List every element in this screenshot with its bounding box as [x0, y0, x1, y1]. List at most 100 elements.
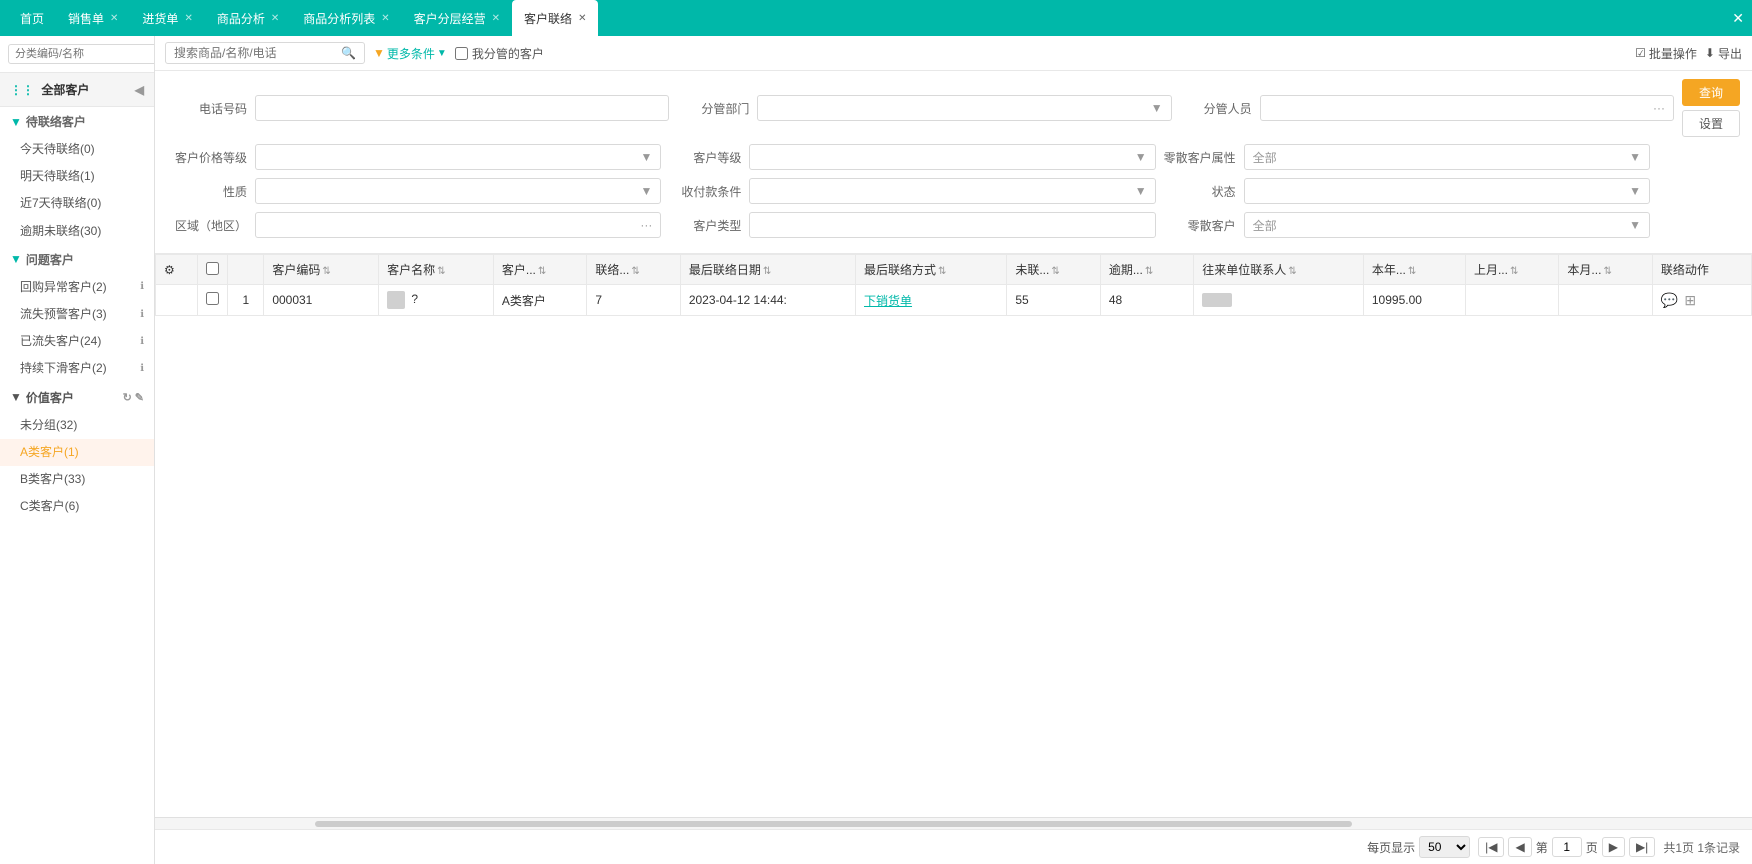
company-contact-placeholder [1202, 293, 1232, 307]
col-name[interactable]: 客户名称⇅ [379, 255, 494, 285]
close-tab-customer-contact[interactable]: ✕ [578, 13, 586, 24]
sidebar-search-input[interactable] [8, 44, 155, 64]
col-last-method[interactable]: 最后联络方式⇅ [856, 255, 1007, 285]
filter-retail-customer: 零散客户 全部 ▼ [1156, 211, 1650, 239]
check-icon: ☑ [1635, 46, 1646, 60]
row-checkbox[interactable] [206, 292, 219, 305]
col-num [228, 255, 264, 285]
col-no-contact[interactable]: 未联...⇅ [1007, 255, 1100, 285]
col-last-month[interactable]: 上月...⇅ [1465, 255, 1558, 285]
tab-purchase[interactable]: 进货单 ✕ [130, 0, 204, 36]
sidebar-item-today-pending[interactable]: 今天待联络(0) [0, 136, 154, 163]
sidebar-item-7days-pending[interactable]: 近7天待联络(0) [0, 190, 154, 217]
per-page-select[interactable]: 50 10 20 100 [1419, 836, 1470, 858]
filter-nature-select[interactable]: ▼ [255, 178, 661, 204]
col-contact[interactable]: 联络...⇅ [587, 255, 680, 285]
page-number-input[interactable] [1552, 837, 1582, 857]
settings-button[interactable]: 设置 [1682, 110, 1740, 137]
sidebar-item-tomorrow-pending[interactable]: 明天待联络(1) [0, 163, 154, 190]
bulk-action-btn[interactable]: ☑ 批量操作 [1635, 45, 1697, 62]
tab-product-analysis-list[interactable]: 商品分析列表 ✕ [291, 0, 401, 36]
info-icon-churned: ℹ [140, 334, 144, 350]
filter-status-select[interactable]: ▼ [1244, 178, 1650, 204]
filter-region-more[interactable]: ··· [640, 218, 652, 232]
filter-manager-more[interactable]: ··· [1653, 101, 1665, 115]
filter-dept-arrow: ▼ [1151, 101, 1163, 115]
sidebar-item-ungrouped[interactable]: 未分组(32) [0, 412, 154, 439]
sort-overdue-icon: ⇅ [1145, 266, 1153, 277]
close-tab-sales[interactable]: ✕ [110, 13, 118, 24]
sort-this-month-icon: ⇅ [1603, 266, 1611, 277]
refresh-icon[interactable]: ↻ [123, 391, 132, 404]
filter-row-3: 性质 ▼ 收付款条件 ▼ 状态 [167, 177, 1740, 205]
sidebar-item-churned[interactable]: 已流失客户(24) ℹ [0, 328, 154, 355]
grid-icon[interactable]: ⊞ [1684, 292, 1696, 309]
settings-icon[interactable]: ⚙ [164, 263, 175, 277]
sidebar-item-class-a[interactable]: A类客户(1) [0, 439, 154, 466]
query-button[interactable]: 查询 [1682, 79, 1740, 106]
row-num-cell: 1 [228, 285, 264, 316]
toolbar-search-input[interactable] [174, 46, 341, 60]
last-page-btn[interactable]: ▶| [1629, 837, 1655, 857]
tab-product-analysis[interactable]: 商品分析 ✕ [205, 0, 291, 36]
row-checkbox-cell[interactable] [198, 285, 228, 316]
col-this-year[interactable]: 本年...⇅ [1363, 255, 1465, 285]
close-tab-customer-layered[interactable]: ✕ [492, 13, 500, 24]
prev-page-btn[interactable]: ◀ [1508, 837, 1531, 857]
tab-home[interactable]: 首页 [8, 0, 56, 36]
close-window[interactable]: ✕ [1732, 10, 1744, 27]
sidebar-all-customers[interactable]: ⋮⋮ 全部客户 ◀ [0, 73, 154, 107]
filter-manager-input[interactable]: ··· [1260, 95, 1674, 121]
sort-year-icon: ⇅ [1408, 266, 1416, 277]
filter-dept-select[interactable]: ▼ [757, 95, 1171, 121]
filter-more-btn[interactable]: ▼ 更多条件 ▼ [373, 45, 447, 62]
sidebar-collapse-icon[interactable]: ◀ [135, 83, 144, 97]
col-last-date[interactable]: 最后联络日期⇅ [680, 255, 855, 285]
row-method-link[interactable]: 下销货单 [864, 294, 912, 308]
sidebar-item-churn-warning[interactable]: 流失预警客户(3) ℹ [0, 301, 154, 328]
select-all-checkbox[interactable] [206, 262, 219, 275]
col-company-contact[interactable]: 往来单位联系人⇅ [1194, 255, 1364, 285]
filter-dropdown-icon: ▼ [437, 48, 447, 59]
close-tab-product-analysis-list[interactable]: ✕ [381, 13, 389, 24]
next-page-btn[interactable]: ▶ [1602, 837, 1625, 857]
filter-customer-type: 客户类型 [661, 211, 1155, 239]
message-icon[interactable]: 💬 [1661, 292, 1678, 309]
sidebar-item-repurchase-abnormal[interactable]: 回购异常客户(2) ℹ [0, 274, 154, 301]
col-code[interactable]: 客户编码⇅ [264, 255, 379, 285]
col-overdue[interactable]: 逾期...⇅ [1100, 255, 1193, 285]
filter-payment-select[interactable]: ▼ [749, 178, 1155, 204]
col-type[interactable]: 客户...⇅ [493, 255, 586, 285]
first-page-btn[interactable]: |◀ [1478, 837, 1504, 857]
row-last-month-cell [1465, 285, 1558, 316]
close-tab-purchase[interactable]: ✕ [184, 13, 192, 24]
filter-retail-customer-select[interactable]: 全部 ▼ [1244, 212, 1650, 238]
filter-customer-level-select[interactable]: ▼ [749, 144, 1155, 170]
col-this-month[interactable]: 本月...⇅ [1559, 255, 1652, 285]
filter-customer-type-input[interactable] [749, 212, 1155, 238]
horizontal-scrollbar[interactable] [155, 817, 1752, 829]
tab-customer-contact[interactable]: 客户联络 ✕ [512, 0, 598, 36]
sidebar-item-overdue[interactable]: 逾期未联络(30) [0, 218, 154, 245]
tab-sales[interactable]: 销售单 ✕ [56, 0, 130, 36]
scrollbar-thumb[interactable] [315, 821, 1352, 827]
info-icon-declining: ℹ [140, 361, 144, 377]
close-tab-product-analysis[interactable]: ✕ [271, 13, 279, 24]
filter-price-level-select[interactable]: ▼ [255, 144, 661, 170]
toolbar-search-icon[interactable]: 🔍 [341, 46, 356, 60]
filter-manager: 分管人员 ··· [1172, 94, 1674, 122]
filter-retail-attr-select[interactable]: 全部 ▼ [1244, 144, 1650, 170]
edit-icon[interactable]: ✎ [135, 391, 144, 404]
total-records: 共1页 1条记录 [1663, 839, 1740, 856]
tab-customer-layered[interactable]: 客户分层经营 ✕ [402, 0, 512, 36]
table-header-row: ⚙ 客户编码⇅ 客户名称⇅ 客户...⇅ 联络...⇅ 最后联络日期⇅ 最后联络… [156, 255, 1752, 285]
sidebar-item-class-b[interactable]: B类客户(33) [0, 466, 154, 493]
filter-phone-input[interactable] [255, 95, 669, 121]
filter-region-select[interactable]: ··· [255, 212, 661, 238]
export-btn[interactable]: ⬇ 导出 [1705, 45, 1742, 62]
sidebar-item-class-c[interactable]: C类客户(6) [0, 493, 154, 520]
my-customers-checkbox[interactable] [455, 47, 468, 60]
col-checkbox-header[interactable] [198, 255, 228, 285]
col-settings[interactable]: ⚙ [156, 255, 198, 285]
sidebar-item-declining[interactable]: 持续下滑客户(2) ℹ [0, 355, 154, 382]
